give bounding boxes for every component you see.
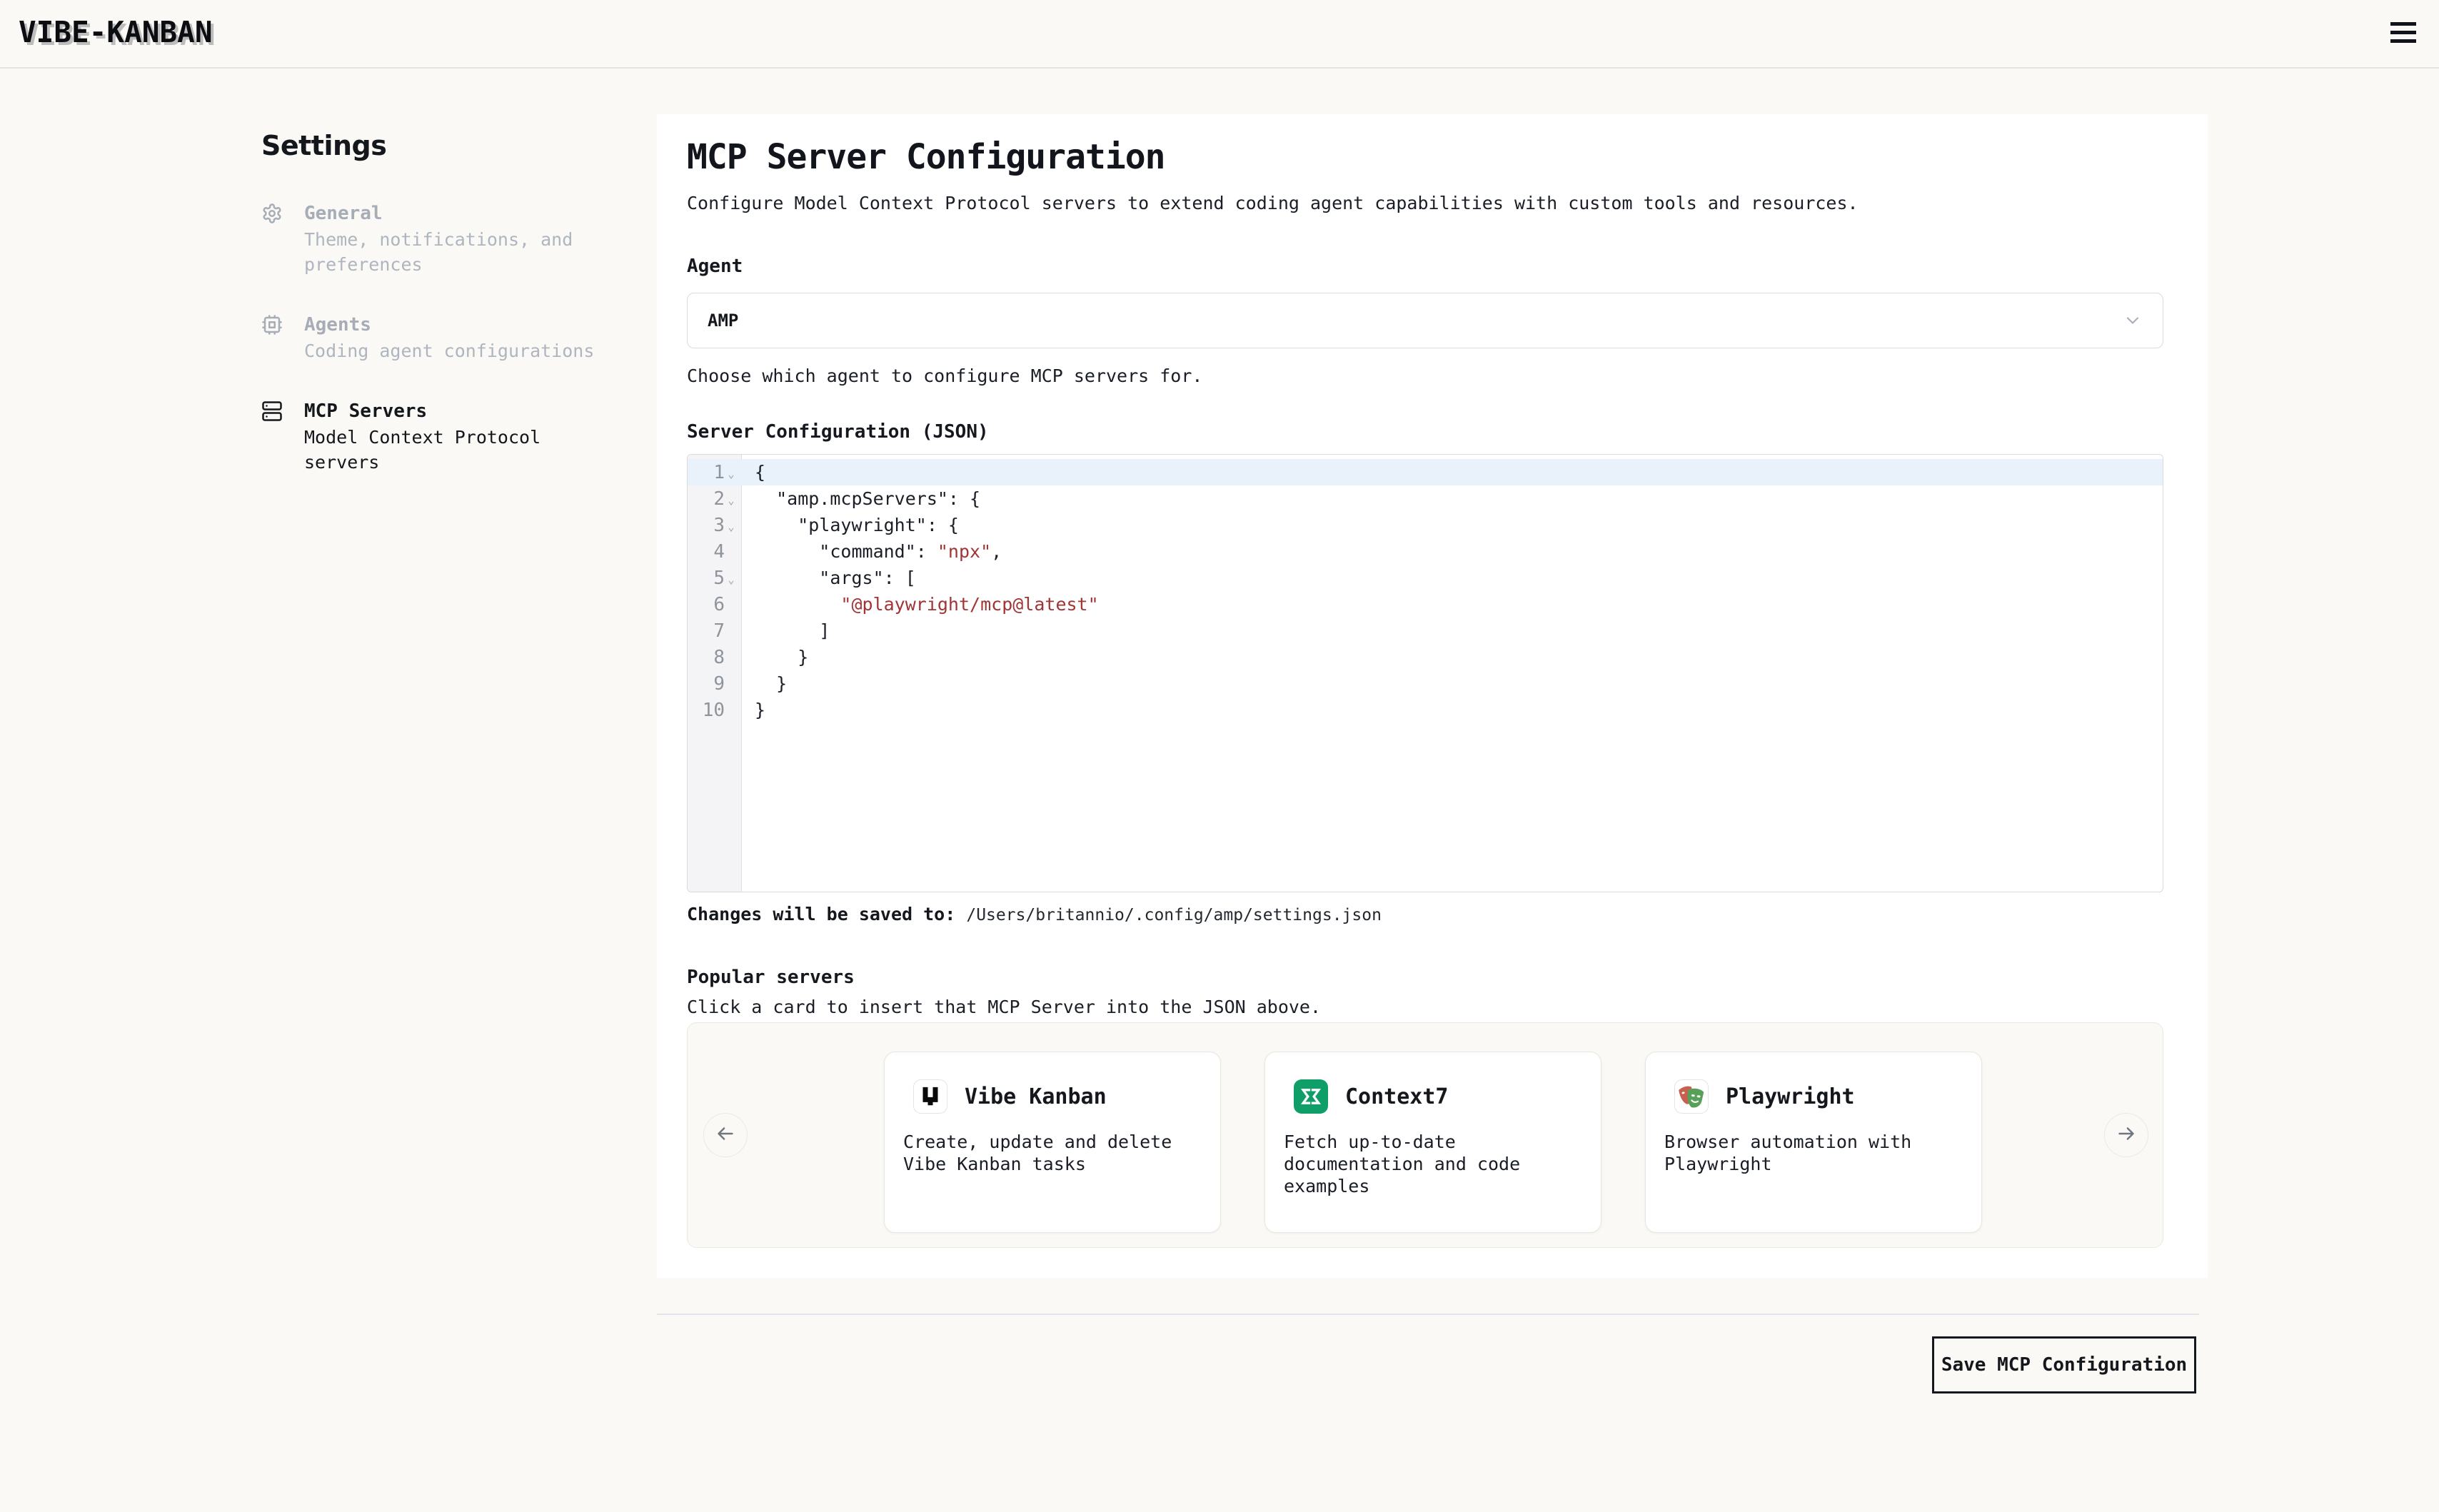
agent-label: Agent xyxy=(687,256,743,277)
agent-select[interactable]: AMP xyxy=(687,293,2163,348)
sidebar-title: Settings xyxy=(261,130,387,161)
line-number: 3 ⌄ xyxy=(688,515,742,536)
gear-icon xyxy=(261,201,286,277)
code-text: "args": [ xyxy=(755,568,916,588)
code-line[interactable]: 8 } xyxy=(688,644,2163,670)
vibe-kanban-logo-icon xyxy=(913,1079,947,1114)
code-text: "playwright": { xyxy=(755,515,959,535)
save-mcp-configuration-button[interactable]: Save MCP Configuration xyxy=(1932,1336,2196,1393)
server-card-title: Vibe Kanban xyxy=(965,1084,1107,1109)
sidebar-item-label: MCP Servers xyxy=(304,400,428,422)
line-number: 1 ⌄ xyxy=(688,462,742,483)
fold-chevron-icon[interactable]: ⌄ xyxy=(725,518,738,533)
fold-chevron-icon[interactable]: ⌄ xyxy=(725,465,738,480)
code-line[interactable]: 2 ⌄ "amp.mcpServers": { xyxy=(688,485,2163,512)
code-line[interactable]: 6 "@playwright/mcp@latest" xyxy=(688,591,2163,618)
sidebar-item-label: General xyxy=(304,203,383,224)
sidebar-item-description: Theme, notifications, and preferences xyxy=(304,229,573,275)
agent-help-text: Choose which agent to configure MCP serv… xyxy=(687,366,1203,386)
server-card-title: Playwright xyxy=(1726,1084,1855,1109)
sidebar-item-agents[interactable]: Agents Coding agent configurations xyxy=(261,313,618,363)
line-number: 6 xyxy=(688,594,742,615)
line-number: 10 xyxy=(688,700,742,721)
code-line[interactable]: 7 ] xyxy=(688,618,2163,644)
server-card-description: Browser automation with Playwright xyxy=(1664,1132,1912,1174)
code-line[interactable]: 5 ⌄ "args": [ xyxy=(688,565,2163,591)
server-card-description: Fetch up-to-date documentation and code … xyxy=(1284,1132,1521,1196)
page-subtitle: Configure Model Context Protocol servers… xyxy=(687,193,1859,213)
hamburger-menu-icon[interactable] xyxy=(2389,22,2418,45)
line-number: 8 xyxy=(688,647,742,668)
code-line[interactable]: 1 ⌄ { xyxy=(688,459,2163,485)
fold-chevron-icon xyxy=(725,708,738,712)
cpu-icon xyxy=(261,313,286,363)
carousel-next-button[interactable] xyxy=(2104,1113,2148,1157)
code-text: } xyxy=(755,700,766,720)
server-card-vibe-kanban[interactable]: Vibe Kanban Create, update and delete Vi… xyxy=(884,1052,1221,1233)
code-text: } xyxy=(755,673,788,694)
sidebar-item-mcp-servers[interactable]: MCP Servers Model Context Protocol serve… xyxy=(261,399,618,475)
mcp-config-panel: MCP Server Configuration Configure Model… xyxy=(657,114,2208,1278)
line-number: 5 ⌄ xyxy=(688,568,742,589)
code-text: "@playwright/mcp@latest" xyxy=(840,594,1099,615)
code-text: { xyxy=(755,462,766,483)
footer-divider xyxy=(657,1314,2199,1315)
sidebar-item-general[interactable]: General Theme, notifications, and prefer… xyxy=(261,201,618,277)
sidebar-item-description: Coding agent configurations xyxy=(304,341,595,361)
context7-logo-icon xyxy=(1294,1079,1328,1114)
top-header: VIBE-KANBAN xyxy=(0,0,2439,69)
page-title: MCP Server Configuration xyxy=(687,137,1166,177)
saved-to-label: Changes will be saved to: xyxy=(687,904,967,924)
fold-chevron-icon xyxy=(725,629,738,633)
code-line[interactable]: 9 } xyxy=(688,670,2163,697)
code-line[interactable]: 4 "command": "npx", xyxy=(688,538,2163,565)
saved-to-path: /Users/britannio/.config/amp/settings.js… xyxy=(966,906,1382,924)
fold-chevron-icon[interactable]: ⌄ xyxy=(725,570,738,585)
popular-servers-hint: Click a card to insert that MCP Server i… xyxy=(687,997,1322,1017)
chevron-down-icon xyxy=(2123,311,2143,331)
app-logo[interactable]: VIBE-KANBAN xyxy=(19,15,213,49)
carousel-prev-button[interactable] xyxy=(703,1113,748,1157)
line-number: 7 xyxy=(688,620,742,642)
popular-servers-title: Popular servers xyxy=(687,967,855,988)
arrow-right-icon xyxy=(2114,1122,2138,1149)
server-card-context7[interactable]: Context7 Fetch up-to-date documentation … xyxy=(1264,1052,1601,1233)
line-number: 4 xyxy=(688,541,742,563)
server-icon xyxy=(261,399,286,475)
fold-chevron-icon xyxy=(725,682,738,686)
sidebar-item-description: Model Context Protocol servers xyxy=(304,427,541,473)
server-card-description: Create, update and delete Vibe Kanban ta… xyxy=(903,1132,1172,1174)
json-config-label: Server Configuration (JSON) xyxy=(687,421,989,443)
code-text: } xyxy=(755,647,809,667)
settings-sidebar: Settings General Theme, notifications, a… xyxy=(261,130,618,475)
playwright-masks-icon xyxy=(1674,1079,1709,1114)
popular-servers-carousel: Vibe Kanban Create, update and delete Vi… xyxy=(687,1022,2163,1248)
json-editor[interactable]: 1 ⌄{2 ⌄ "amp.mcpServers": {3 ⌄ "playwright"… xyxy=(687,454,2163,892)
server-card-title: Context7 xyxy=(1345,1084,1449,1109)
arrow-left-icon xyxy=(713,1122,738,1149)
line-number: 9 xyxy=(688,673,742,695)
code-text: "command": "npx", xyxy=(755,541,1002,562)
agent-select-value: AMP xyxy=(708,311,739,331)
code-line[interactable]: 3 ⌄ "playwright": { xyxy=(688,512,2163,538)
sidebar-item-label: Agents xyxy=(304,314,371,336)
saved-to-line: Changes will be saved to: /Users/britann… xyxy=(687,904,1382,924)
code-text: "amp.mcpServers": { xyxy=(755,488,981,509)
code-line[interactable]: 10} xyxy=(688,697,2163,723)
fold-chevron-icon[interactable]: ⌄ xyxy=(725,491,738,506)
fold-chevron-icon xyxy=(725,603,738,607)
server-card-playwright[interactable]: Playwright Browser automation with Playw… xyxy=(1645,1052,1982,1233)
line-number: 2 ⌄ xyxy=(688,488,742,510)
fold-chevron-icon xyxy=(725,655,738,660)
code-text: ] xyxy=(755,620,830,641)
fold-chevron-icon xyxy=(725,550,738,554)
